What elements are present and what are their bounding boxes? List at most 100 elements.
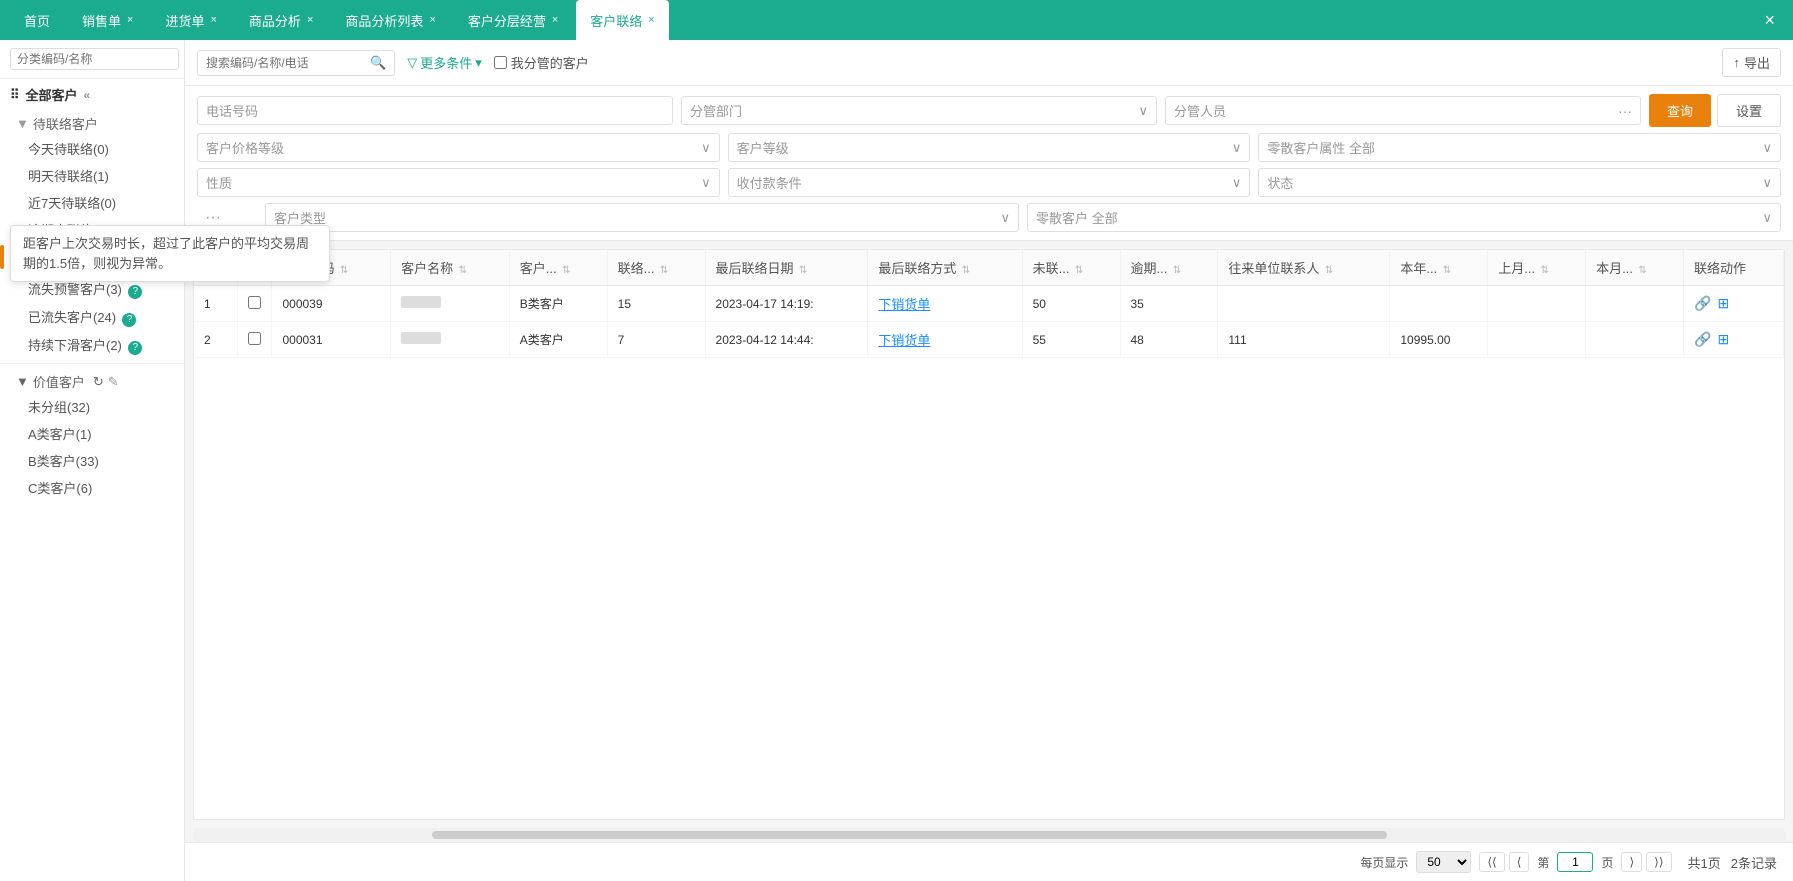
filter-status[interactable]: 状态 ∨ (1258, 168, 1781, 197)
scrollbar-track (193, 828, 1785, 842)
filter-price-level[interactable]: 客户价格等级 ∨ (197, 133, 720, 162)
last-page-button[interactable]: ⟩⟩ (1646, 852, 1671, 872)
close-icon[interactable]: × (127, 14, 133, 26)
filter-person[interactable]: 分管人员 ··· (1165, 96, 1641, 125)
nav-tab-purchase[interactable]: 进货单 × (151, 0, 230, 40)
export-button[interactable]: ↑ 导出 (1722, 48, 1781, 77)
filter-customer-type[interactable]: 客户类型 ∨ (265, 203, 1019, 232)
nav-tab-analysis-list[interactable]: 商品分析列表 × (331, 0, 449, 40)
first-page-button[interactable]: ⟨⟨ (1479, 852, 1504, 872)
filter-payment[interactable]: 收付款条件 ∨ (728, 168, 1251, 197)
sort-icon[interactable]: ⇅ (1173, 265, 1181, 276)
sort-icon[interactable]: ⇅ (660, 265, 668, 276)
search-input[interactable] (206, 56, 366, 70)
close-icon[interactable]: × (307, 14, 313, 26)
info-icon[interactable]: ? (122, 313, 136, 327)
row-customer-type: A类客户 (509, 322, 607, 358)
grid-action-icon[interactable]: ⊞ (1717, 295, 1729, 312)
filter-retail-customer[interactable]: 零散客户 全部 ∨ (1027, 203, 1781, 232)
col-actions: 联络动作 (1684, 250, 1784, 286)
sidebar-group-pending[interactable]: ▼ 待联络客户 (0, 110, 184, 135)
sidebar-item-today[interactable]: 今天待联络(0) (0, 135, 184, 162)
chevron-down-icon: ∨ (701, 175, 711, 191)
col-this-year[interactable]: 本年... ⇅ (1390, 250, 1488, 286)
link-action-icon[interactable]: 🔗 (1694, 295, 1711, 312)
nav-tab-home[interactable]: 首页 (10, 0, 64, 40)
row-last-method[interactable]: 下销货单 (868, 286, 1022, 322)
filter-retail-attr[interactable]: 零散客户属性 全部 ∨ (1258, 133, 1781, 162)
col-overdue[interactable]: 逾期... ⇅ (1120, 250, 1218, 286)
more-conditions-button[interactable]: ▽ 更多条件 ▾ (407, 53, 482, 72)
row-checkbox[interactable] (248, 296, 261, 309)
sort-icon[interactable]: ⇅ (340, 265, 348, 276)
col-last-contact-method[interactable]: 最后联络方式 ⇅ (868, 250, 1022, 286)
row-contact-count: 15 (607, 286, 705, 322)
sort-icon[interactable]: ⇅ (962, 265, 970, 276)
nav-tab-analysis[interactable]: 商品分析 × (235, 0, 327, 40)
ellipsis-icon[interactable]: ··· (205, 209, 221, 227)
link-action-icon[interactable]: 🔗 (1694, 331, 1711, 348)
nav-tab-customer-contact[interactable]: 客户联络 × (576, 0, 668, 40)
col-customer-type[interactable]: 客户... ⇅ (509, 250, 607, 286)
col-contacts[interactable]: 往来单位联系人 ⇅ (1218, 250, 1390, 286)
search-icon[interactable]: 🔍 (370, 55, 386, 71)
prev-page-button[interactable]: ⟨ (1509, 852, 1530, 872)
row-checkbox[interactable] (248, 332, 261, 345)
close-icon[interactable]: × (648, 14, 654, 26)
sort-icon[interactable]: ⇅ (458, 265, 466, 276)
sort-icon[interactable]: ⇅ (1443, 265, 1451, 276)
info-icon[interactable]: ? (128, 285, 142, 299)
nav-tab-customer-segment[interactable]: 客户分层经营 × (454, 0, 572, 40)
edit-icon[interactable]: ✎ (108, 374, 119, 390)
collapse-icon[interactable]: « (84, 88, 91, 102)
sidebar-item-c-class[interactable]: C类客户(6) (0, 474, 184, 501)
chevron-down-icon: ∨ (1232, 140, 1242, 156)
my-customers-checkbox[interactable] (494, 56, 507, 69)
sidebar-search-input[interactable] (10, 48, 179, 70)
info-icon[interactable]: ? (128, 341, 142, 355)
query-button[interactable]: 查询 (1649, 94, 1711, 127)
col-last-month[interactable]: 上月... ⇅ (1488, 250, 1586, 286)
sidebar-item-a-class[interactable]: A类客户(1) (0, 420, 184, 447)
page-navigation: ⟨⟨ ⟨ 第 页 ⟩ ⟩⟩ (1479, 852, 1671, 872)
filter-phone[interactable]: 电话号码 (197, 96, 673, 125)
col-contact-count[interactable]: 联络... ⇅ (607, 250, 705, 286)
grid-action-icon[interactable]: ⊞ (1717, 331, 1729, 348)
sort-icon[interactable]: ⇅ (1638, 265, 1646, 276)
sidebar-item-ungrouped[interactable]: 未分组(32) (0, 393, 184, 420)
sort-icon[interactable]: ⇅ (1325, 265, 1333, 276)
sidebar-item-tomorrow[interactable]: 明天待联络(1) (0, 162, 184, 189)
next-page-button[interactable]: ⟩ (1621, 852, 1642, 872)
row-last-method[interactable]: 下销货单 (868, 322, 1022, 358)
ellipsis-icon[interactable]: ··· (1618, 103, 1632, 119)
filter-row-1: 电话号码 分管部门 ∨ 分管人员 ··· 查询 设置 (197, 94, 1781, 127)
current-page-input[interactable] (1557, 852, 1593, 872)
page-size-select[interactable]: 50 100 200 (1416, 851, 1471, 873)
col-not-contacted[interactable]: 未联... ⇅ (1022, 250, 1120, 286)
sort-icon[interactable]: ⇅ (1540, 265, 1548, 276)
filter-dept[interactable]: 分管部门 ∨ (681, 96, 1157, 125)
window-close-button[interactable]: × (1756, 10, 1783, 31)
settings-button[interactable]: 设置 (1717, 94, 1781, 127)
sidebar-item-7days[interactable]: 近7天待联络(0) (0, 189, 184, 216)
filter-row-4: ··· 客户类型 ∨ 零散客户 全部 ∨ (197, 203, 1781, 232)
filter-nature[interactable]: 性质 ∨ (197, 168, 720, 197)
sidebar-all-customers[interactable]: ⠿ 全部客户 « (0, 79, 184, 110)
reload-icon[interactable]: ↻ (93, 374, 104, 390)
sort-icon[interactable]: ⇅ (1075, 265, 1083, 276)
sidebar-item-declining[interactable]: 持续下滑客户(2) ? (0, 331, 184, 359)
col-last-contact-date[interactable]: 最后联络日期 ⇅ (705, 250, 868, 286)
sort-icon[interactable]: ⇅ (799, 265, 807, 276)
nav-tab-sales[interactable]: 销售单 × (68, 0, 147, 40)
col-name[interactable]: 客户名称 ⇅ (391, 250, 510, 286)
horizontal-scrollbar[interactable] (193, 828, 1785, 842)
col-this-month[interactable]: 本月... ⇅ (1586, 250, 1684, 286)
scrollbar-thumb[interactable] (432, 831, 1387, 839)
close-icon[interactable]: × (429, 14, 435, 26)
close-icon[interactable]: × (210, 14, 216, 26)
sidebar-item-already-lost[interactable]: 已流失客户(24) ? (0, 303, 184, 331)
close-icon[interactable]: × (552, 14, 558, 26)
sidebar-item-b-class[interactable]: B类客户(33) (0, 447, 184, 474)
filter-customer-level[interactable]: 客户等级 ∨ (728, 133, 1251, 162)
sort-icon[interactable]: ⇅ (562, 265, 570, 276)
